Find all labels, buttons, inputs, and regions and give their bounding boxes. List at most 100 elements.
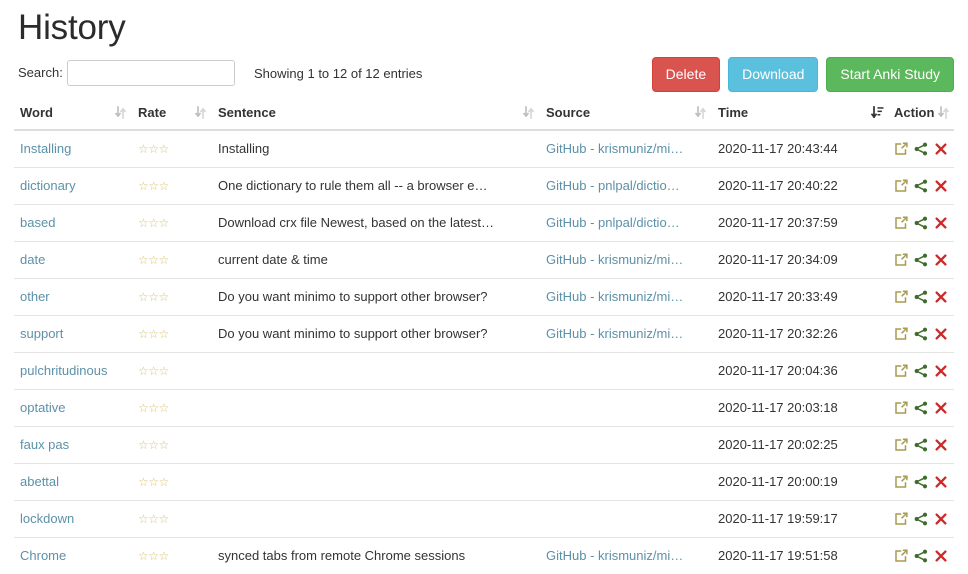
word-link[interactable]: based <box>20 215 55 230</box>
source-link[interactable]: GitHub - krismuniz/mi… <box>546 289 683 304</box>
word-link[interactable]: Chrome <box>20 548 66 563</box>
rating-stars[interactable]: ☆☆☆ <box>138 512 169 526</box>
delete-icon[interactable] <box>934 216 948 230</box>
table-row: optative ☆☆☆ 2020-11-17 20:03:18 <box>14 388 954 427</box>
table-header-sentence[interactable]: Sentence <box>212 96 540 131</box>
cell-time: 2020-11-17 20:34:09 <box>712 240 888 279</box>
search-input[interactable] <box>66 59 235 86</box>
cell-rate: ☆☆☆ <box>132 425 212 464</box>
rating-stars[interactable]: ☆☆☆ <box>138 179 169 193</box>
open-external-icon[interactable] <box>894 512 908 526</box>
delete-button[interactable]: Delete <box>651 56 721 92</box>
share-icon[interactable] <box>914 179 928 193</box>
cell-sentence: synced tabs from remote Chrome sessions <box>212 536 540 574</box>
cell-word: lockdown <box>14 499 132 538</box>
share-icon[interactable] <box>914 216 928 230</box>
table-row: abettal ☆☆☆ 2020-11-17 20:00:19 <box>14 462 954 501</box>
share-icon[interactable] <box>914 364 928 378</box>
delete-icon[interactable] <box>934 512 948 526</box>
word-link[interactable]: pulchritudinous <box>20 363 107 378</box>
open-external-icon[interactable] <box>894 253 908 267</box>
cell-source: GitHub - krismuniz/mi… <box>540 536 712 574</box>
rating-stars[interactable]: ☆☆☆ <box>138 290 169 304</box>
open-external-icon[interactable] <box>894 549 908 563</box>
share-icon[interactable] <box>914 401 928 415</box>
source-link[interactable]: GitHub - krismuniz/mi… <box>546 141 683 156</box>
share-icon[interactable] <box>914 142 928 156</box>
open-external-icon[interactable] <box>894 179 908 193</box>
rating-stars[interactable]: ☆☆☆ <box>138 549 169 563</box>
open-external-icon[interactable] <box>894 327 908 341</box>
delete-icon[interactable] <box>934 142 948 156</box>
source-link[interactable]: GitHub - krismuniz/mi… <box>546 548 683 563</box>
open-external-icon[interactable] <box>894 475 908 489</box>
cell-time: 2020-11-17 20:33:49 <box>712 277 888 316</box>
table-header-rate[interactable]: Rate <box>132 96 212 131</box>
word-link[interactable]: other <box>20 289 50 304</box>
table-header-word[interactable]: Word <box>14 96 132 131</box>
cell-time: 2020-11-17 20:37:59 <box>712 203 888 242</box>
open-external-icon[interactable] <box>894 290 908 304</box>
delete-icon[interactable] <box>934 549 948 563</box>
word-link[interactable]: dictionary <box>20 178 76 193</box>
table-header-label-action: Action <box>894 104 935 120</box>
cell-source: GitHub - pnlpal/dictio… <box>540 166 712 205</box>
delete-icon[interactable] <box>934 475 948 489</box>
table-controls: Search: Showing 1 to 12 of 12 entries De… <box>14 54 954 96</box>
table-row: based ☆☆☆ Download crx file Newest, based … <box>14 203 954 242</box>
word-link[interactable]: faux pas <box>20 437 69 452</box>
cell-source <box>540 388 712 427</box>
share-icon[interactable] <box>914 253 928 267</box>
delete-icon[interactable] <box>934 401 948 415</box>
open-external-icon[interactable] <box>894 438 908 452</box>
share-icon[interactable] <box>914 549 928 563</box>
rating-stars[interactable]: ☆☆☆ <box>138 216 169 230</box>
table-header-time[interactable]: Time <box>712 96 888 131</box>
rating-stars[interactable]: ☆☆☆ <box>138 142 169 156</box>
cell-rate: ☆☆☆ <box>132 277 212 316</box>
table-row: support ☆☆☆ Do you want minimo to support … <box>14 314 954 353</box>
cell-action <box>888 203 954 242</box>
rating-stars[interactable]: ☆☆☆ <box>138 438 169 452</box>
source-link[interactable]: GitHub - pnlpal/dictio… <box>546 178 680 193</box>
share-icon[interactable] <box>914 290 928 304</box>
word-link[interactable]: abettal <box>20 474 59 489</box>
cell-word: optative <box>14 388 132 427</box>
delete-icon[interactable] <box>934 327 948 341</box>
table-header-label-word: Word <box>20 104 53 120</box>
word-link[interactable]: support <box>20 326 63 341</box>
word-link[interactable]: lockdown <box>20 511 74 526</box>
rating-stars[interactable]: ☆☆☆ <box>138 327 169 341</box>
share-icon[interactable] <box>914 327 928 341</box>
download-button[interactable]: Download <box>728 56 819 92</box>
source-link[interactable]: GitHub - pnlpal/dictio… <box>546 215 680 230</box>
table-header-action[interactable]: Action <box>888 96 954 131</box>
rating-stars[interactable]: ☆☆☆ <box>138 364 169 378</box>
delete-icon[interactable] <box>934 290 948 304</box>
word-link[interactable]: Installing <box>20 141 71 156</box>
open-external-icon[interactable] <box>894 364 908 378</box>
delete-icon[interactable] <box>934 364 948 378</box>
delete-icon[interactable] <box>934 253 948 267</box>
table-row: lockdown ☆☆☆ 2020-11-17 19:59:17 <box>14 499 954 538</box>
word-link[interactable]: optative <box>20 400 66 415</box>
rating-stars[interactable]: ☆☆☆ <box>138 475 169 489</box>
rating-stars[interactable]: ☆☆☆ <box>138 253 169 267</box>
share-icon[interactable] <box>914 438 928 452</box>
share-icon[interactable] <box>914 475 928 489</box>
open-external-icon[interactable] <box>894 216 908 230</box>
source-link[interactable]: GitHub - krismuniz/mi… <box>546 252 683 267</box>
word-link[interactable]: date <box>20 252 45 267</box>
rating-stars[interactable]: ☆☆☆ <box>138 401 169 415</box>
table-row: Installing ☆☆☆ Installing GitHub - krismuni… <box>14 130 954 168</box>
cell-sentence: One dictionary to rule them all -- a bro… <box>212 166 540 205</box>
delete-icon[interactable] <box>934 438 948 452</box>
start-anki-study-button[interactable]: Start Anki Study <box>826 56 954 92</box>
share-icon[interactable] <box>914 512 928 526</box>
table-header-source[interactable]: Source <box>540 96 712 131</box>
source-link[interactable]: GitHub - krismuniz/mi… <box>546 326 683 341</box>
delete-icon[interactable] <box>934 179 948 193</box>
open-external-icon[interactable] <box>894 142 908 156</box>
open-external-icon[interactable] <box>894 401 908 415</box>
cell-action <box>888 314 954 353</box>
